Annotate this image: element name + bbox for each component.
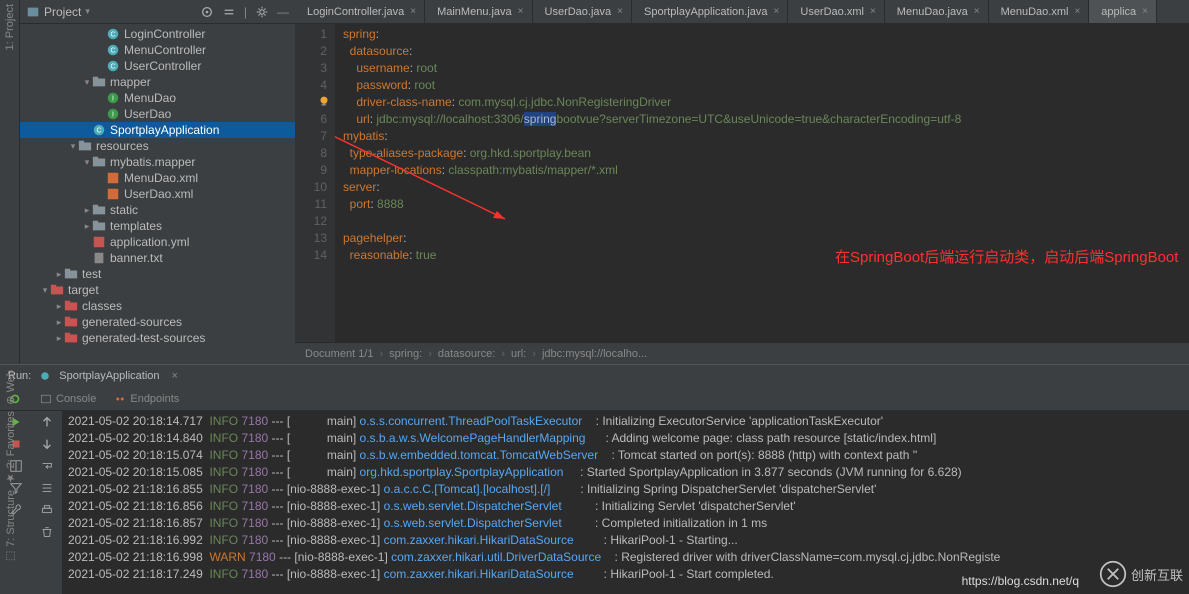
trash-icon[interactable] (40, 525, 54, 539)
editor-area: LoginController.java×MainMenu.java×UserD… (295, 0, 1189, 364)
log-line: 2021-05-02 21:18:16.998 WARN 7180 --- [n… (68, 549, 1189, 566)
svg-text:C: C (96, 128, 101, 135)
print-icon[interactable] (40, 503, 54, 517)
tree-node-menudao-xml[interactable]: MenuDao.xml (20, 170, 295, 186)
log-line: 2021-05-02 21:18:16.992 INFO 7180 --- [n… (68, 532, 1189, 549)
run-title: SportplayApplication (59, 370, 159, 382)
tree-node-banner-txt[interactable]: banner.txt (20, 250, 295, 266)
left-tool-strip: ⊕ Web ★ 2: Favorites ⬚ 7: Structure (0, 370, 20, 563)
watermark: 创新互联 (1099, 560, 1183, 588)
log-line: 2021-05-02 21:18:16.855 INFO 7180 --- [n… (68, 481, 1189, 498)
crumb-3[interactable]: url: (511, 348, 526, 360)
close-icon[interactable]: × (774, 6, 780, 17)
tree-node-menucontroller[interactable]: CMenuController (20, 42, 295, 58)
footer-url: https://blog.csdn.net/q (962, 574, 1079, 588)
tree-node-generated-test-sources[interactable]: ▸generated-test-sources (20, 330, 295, 346)
gear-icon[interactable] (255, 5, 269, 19)
tree-node-userdao[interactable]: IUserDao (20, 106, 295, 122)
tree-node-mybatis-mapper[interactable]: ▾mybatis.mapper (20, 154, 295, 170)
close-run-tab[interactable]: × (172, 370, 178, 382)
svg-text:C: C (110, 48, 115, 55)
tree-node-mapper[interactable]: ▾mapper (20, 74, 295, 90)
tree-node-logincontroller[interactable]: CLoginController (20, 26, 295, 42)
project-tool-label[interactable]: 1: Project (4, 4, 16, 50)
svg-text:C: C (110, 64, 115, 71)
structure-tool-label[interactable]: ⬚ 7: Structure (4, 490, 17, 563)
line-gutter: 1234567891011121314 (295, 24, 335, 342)
annotation-text: 在SpringBoot后端运行启动类，启动后端SpringBoot (835, 249, 1178, 266)
tree-node-resources[interactable]: ▾resources (20, 138, 295, 154)
tree-node-templates[interactable]: ▸templates (20, 218, 295, 234)
run-panel: Run: SportplayApplication × Console Endp… (0, 364, 1189, 594)
target-icon[interactable] (200, 5, 214, 19)
tab-userdao-xml[interactable]: UserDao.xml× (788, 0, 884, 23)
tab-console[interactable]: Console (40, 393, 96, 405)
breadcrumb[interactable]: Document 1/1›spring:›datasource:›url:›jd… (295, 342, 1189, 364)
tab-menudao-java[interactable]: MenuDao.java× (885, 0, 989, 23)
collapse-icon[interactable] (222, 5, 236, 19)
log-line: 2021-05-02 21:18:16.857 INFO 7180 --- [n… (68, 515, 1189, 532)
tab-userdao-java[interactable]: UserDao.java× (533, 0, 632, 23)
tree-node-test[interactable]: ▸test (20, 266, 295, 282)
tree-node-target[interactable]: ▾target (20, 282, 295, 298)
tab-endpoints[interactable]: Endpoints (114, 393, 179, 405)
project-icon (26, 5, 40, 19)
close-icon[interactable]: × (1074, 6, 1080, 17)
log-line: 2021-05-02 20:18:15.085 INFO 7180 --- [ … (68, 464, 1189, 481)
tab-logincontroller-java[interactable]: LoginController.java× (295, 0, 425, 23)
project-sidebar: Project ▾ | — CLoginControllerCMenuContr… (20, 0, 295, 364)
code-editor[interactable]: 在SpringBoot后端运行启动类，启动后端SpringBoot spring… (335, 24, 1189, 342)
divider: | (244, 5, 247, 19)
console-log[interactable]: 2021-05-02 20:18:14.717 INFO 7180 --- [ … (62, 411, 1189, 594)
editor-tabs[interactable]: LoginController.java×MainMenu.java×UserD… (295, 0, 1189, 24)
sidebar-title: Project (44, 5, 81, 19)
run-header: Run: SportplayApplication × (0, 365, 1189, 387)
close-icon[interactable]: × (870, 6, 876, 17)
tab-mainmenu-java[interactable]: MainMenu.java× (425, 0, 532, 23)
crumb-4[interactable]: jdbc:mysql://localho... (542, 348, 647, 360)
tree-node-generated-sources[interactable]: ▸generated-sources (20, 314, 295, 330)
crumb-1[interactable]: spring: (389, 348, 422, 360)
web-tool-label[interactable]: ⊕ Web (4, 370, 17, 405)
left-gutter: 1: Project (0, 0, 20, 364)
bulb-icon[interactable] (317, 94, 331, 108)
crumb-2[interactable]: datasource: (438, 348, 495, 360)
dropdown-icon[interactable]: ▾ (85, 6, 90, 17)
tree-node-menudao[interactable]: IMenuDao (20, 90, 295, 106)
svg-text:I: I (112, 112, 114, 119)
close-icon[interactable]: × (1142, 6, 1148, 17)
tree-node-sportplayapplication[interactable]: CSportplayApplication (20, 122, 295, 138)
close-icon[interactable]: × (518, 6, 524, 17)
log-line: 2021-05-02 21:18:16.856 INFO 7180 --- [n… (68, 498, 1189, 515)
hide-icon[interactable]: — (277, 5, 289, 19)
tab-menudao-xml[interactable]: MenuDao.xml× (989, 0, 1090, 23)
close-icon[interactable]: × (617, 6, 623, 17)
log-line: 2021-05-02 20:18:14.717 INFO 7180 --- [ … (68, 413, 1189, 430)
tab-applica[interactable]: applica× (1089, 0, 1157, 23)
run-config-icon[interactable] (39, 370, 51, 382)
tree-node-static[interactable]: ▸static (20, 202, 295, 218)
favorites-tool-label[interactable]: ★ 2: Favorites (4, 411, 17, 485)
svg-text:I: I (112, 96, 114, 103)
log-line: 2021-05-02 20:18:14.840 INFO 7180 --- [ … (68, 430, 1189, 447)
soft-wrap-icon[interactable] (40, 459, 54, 473)
svg-text:C: C (110, 32, 115, 39)
sidebar-header: Project ▾ | — (20, 0, 295, 24)
up-icon[interactable] (40, 415, 54, 429)
tab-sportplayapplication-java[interactable]: SportplayApplication.java× (632, 0, 788, 23)
tree-node-userdao-xml[interactable]: UserDao.xml (20, 186, 295, 202)
run-tabs: Console Endpoints (0, 387, 1189, 411)
file-tree[interactable]: CLoginControllerCMenuControllerCUserCont… (20, 24, 295, 364)
crumb-0[interactable]: Document 1/1 (305, 348, 373, 360)
close-icon[interactable]: × (410, 6, 416, 17)
close-icon[interactable]: × (974, 6, 980, 17)
scroll-icon[interactable] (40, 481, 54, 495)
log-line: 2021-05-02 20:18:15.074 INFO 7180 --- [ … (68, 447, 1189, 464)
tree-node-classes[interactable]: ▸classes (20, 298, 295, 314)
tree-node-application-yml[interactable]: application.yml (20, 234, 295, 250)
tree-node-usercontroller[interactable]: CUserController (20, 58, 295, 74)
down-icon[interactable] (40, 437, 54, 451)
